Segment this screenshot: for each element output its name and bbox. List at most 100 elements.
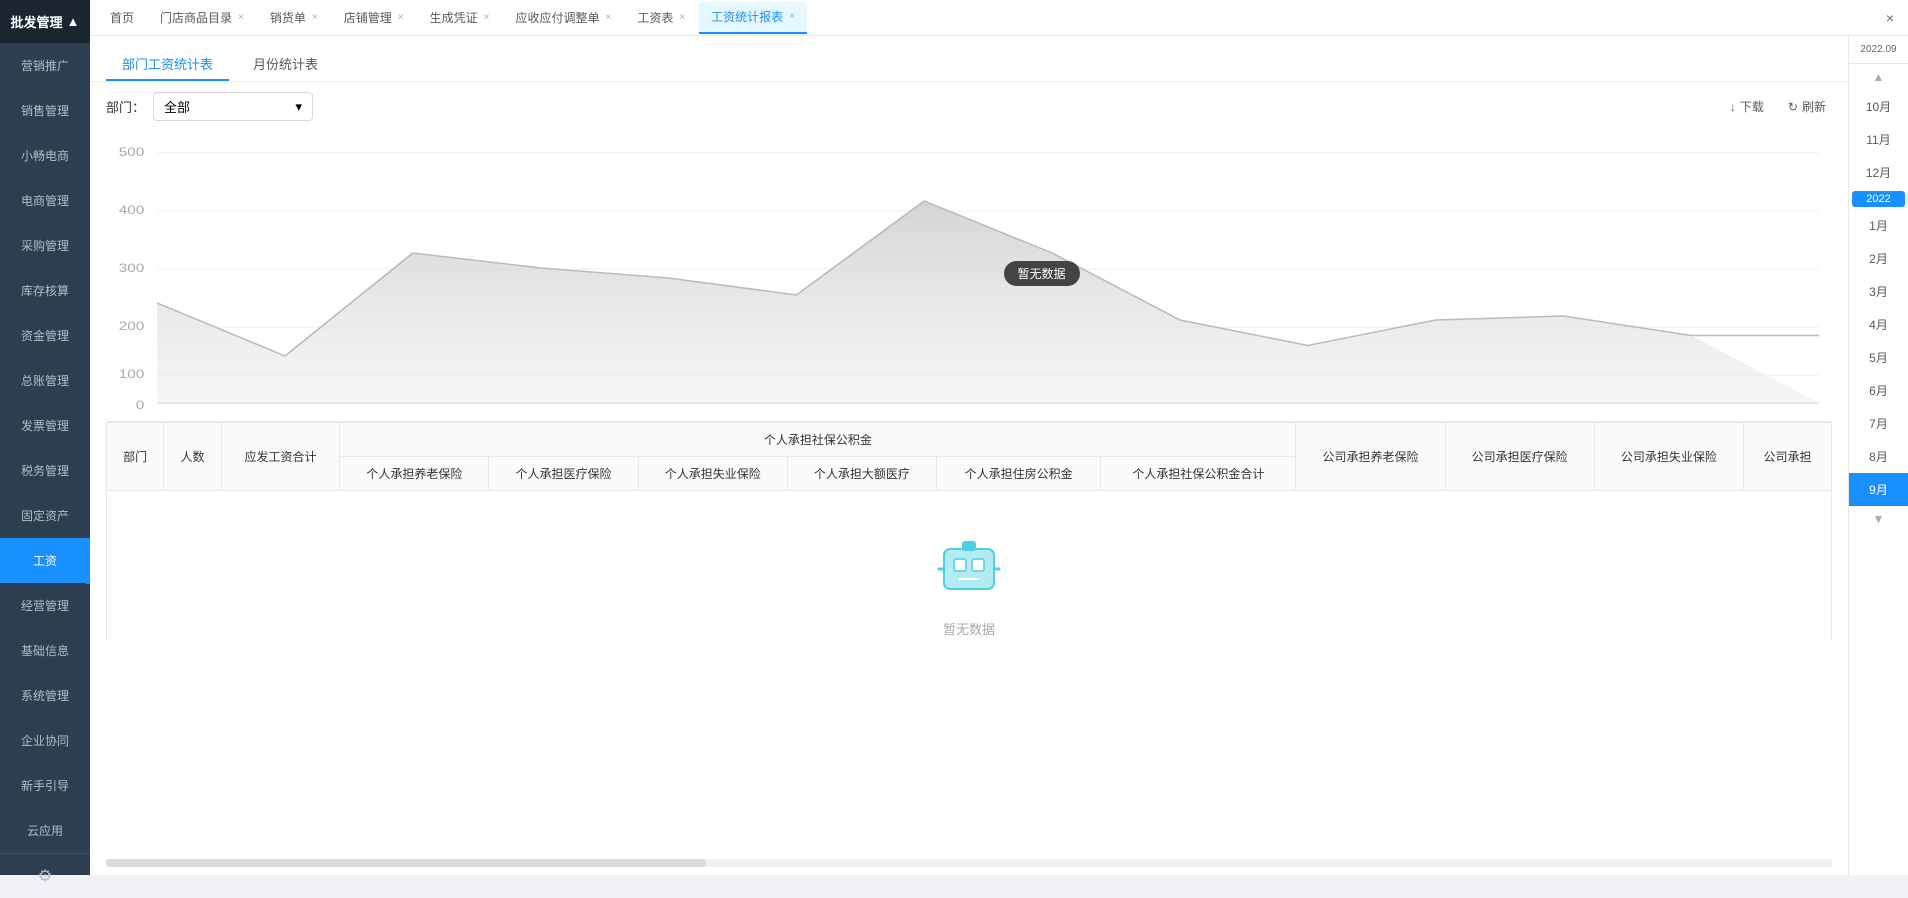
tab-close-ar-ap[interactable]: ×: [605, 12, 611, 23]
tab-close-payroll-report[interactable]: ×: [789, 11, 795, 22]
cal-month-4[interactable]: 4月: [1849, 308, 1908, 341]
sidebar-item-payroll[interactable]: 工资: [0, 538, 90, 583]
cal-month-7[interactable]: 7月: [1849, 407, 1908, 440]
sidebar-item-general-ledger[interactable]: 总账管理: [0, 358, 90, 403]
tab-payroll-table[interactable]: 工资表 ×: [625, 2, 697, 34]
tab-store-mgmt[interactable]: 店铺管理 ×: [332, 2, 416, 34]
right-calendar: 2022.09 ▲ 10月 11月 12月 2022 1月 2月 3月 4月 5…: [1848, 36, 1908, 875]
sidebar-item-tax[interactable]: 税务管理: [0, 448, 90, 493]
th-gross-salary: 应发工资合计: [221, 423, 340, 491]
tab-payroll-report[interactable]: 工资统计报表 ×: [699, 2, 807, 34]
gear-icon[interactable]: ⚙: [38, 866, 52, 886]
dept-select-value: 全部: [164, 97, 291, 116]
cal-month-10[interactable]: 10月: [1849, 90, 1908, 123]
cal-month-5[interactable]: 5月: [1849, 341, 1908, 374]
table-header-row1: 部门 人数 应发工资合计 个人承担社保公积金 公司承担养老保险 公司承担医疗保险…: [107, 423, 1832, 457]
main-area: 首页 门店商品目录 × 销货单 × 店铺管理 × 生成凭证 × 应收应付调整单 …: [90, 0, 1908, 875]
tab-close-payroll-table[interactable]: ×: [679, 12, 685, 23]
tab-ar-ap[interactable]: 应收应付调整单 ×: [503, 2, 623, 34]
sidebar-item-purchase[interactable]: 采购管理: [0, 223, 90, 268]
cal-month-9[interactable]: 9月: [1849, 473, 1908, 506]
chart-tooltip: 暂无数据: [1004, 261, 1080, 286]
tab-home[interactable]: 首页: [98, 2, 146, 34]
sidebar-item-finance[interactable]: 资金管理: [0, 313, 90, 358]
table-empty-cell: 暂无数据: [107, 491, 1832, 642]
cal-month-8[interactable]: 8月: [1849, 440, 1908, 473]
svg-text:400: 400: [119, 204, 145, 217]
th-company-other: 公司承担: [1743, 423, 1831, 491]
cal-month-12[interactable]: 12月: [1849, 156, 1908, 189]
cal-month-2[interactable]: 2月: [1849, 242, 1908, 275]
empty-text: 暂无数据: [943, 619, 995, 638]
sidebar-item-new-guide[interactable]: 新手引导: [0, 763, 90, 808]
calendar-down-arrow[interactable]: ▼: [1849, 506, 1908, 532]
sidebar-item-invoice[interactable]: 发票管理: [0, 403, 90, 448]
th-personal-housing-fund: 个人承担住房公积金: [936, 457, 1100, 491]
tab-close-product-catalog[interactable]: ×: [238, 12, 244, 23]
sidebar-header[interactable]: 批发管理 ▲: [0, 0, 90, 43]
sidebar-item-inventory[interactable]: 库存核算: [0, 268, 90, 313]
svg-text:0: 0: [136, 399, 145, 412]
sidebar-item-enterprise[interactable]: 企业协同: [0, 718, 90, 763]
chart-area: 500 400 300 200 100 0: [90, 131, 1848, 855]
sidebar-item-ec-mgmt[interactable]: 电商管理: [0, 178, 90, 223]
cal-month-6[interactable]: 6月: [1849, 374, 1908, 407]
refresh-icon: ↻: [1788, 100, 1798, 114]
sidebar-item-mini-ec[interactable]: 小畅电商: [0, 133, 90, 178]
sidebar-item-sales[interactable]: 销售管理: [0, 88, 90, 133]
horizontal-scrollbar[interactable]: [106, 859, 1832, 867]
dept-filter-label: 部门：: [106, 97, 145, 116]
sidebar-item-fixed-assets[interactable]: 固定资产: [0, 493, 90, 538]
sidebar-collapse-icon: ▲: [67, 14, 80, 29]
cal-year-2022: 2022: [1852, 191, 1905, 207]
sub-tabs: 部门工资统计表 月份统计表: [90, 36, 1848, 82]
th-personal-medical: 个人承担医疗保险: [489, 457, 638, 491]
sidebar-item-marketing[interactable]: 营销推广: [0, 43, 90, 88]
cal-month-11[interactable]: 11月: [1849, 123, 1908, 156]
sidebar-item-sys-mgmt[interactable]: 系统管理: [0, 673, 90, 718]
empty-state: 暂无数据: [117, 499, 1821, 641]
cal-month-1[interactable]: 1月: [1849, 209, 1908, 242]
svg-text:300: 300: [119, 262, 145, 275]
scrollbar-track[interactable]: [106, 859, 706, 867]
th-company-medical: 公司承担医疗保险: [1445, 423, 1594, 491]
toolbar-right: ↓ 下载 ↻ 刷新: [1724, 94, 1832, 119]
cal-month-3[interactable]: 3月: [1849, 275, 1908, 308]
th-personal-pension: 个人承担养老保险: [340, 457, 489, 491]
refresh-button[interactable]: ↻ 刷新: [1782, 94, 1832, 119]
table-section: 部门 人数 应发工资合计 个人承担社保公积金 公司承担养老保险 公司承担医疗保险…: [106, 421, 1832, 641]
stats-table: 部门 人数 应发工资合计 个人承担社保公积金 公司承担养老保险 公司承担医疗保险…: [106, 422, 1832, 641]
sidebar-title: 批发管理: [11, 12, 63, 31]
calendar-header: 2022.09: [1849, 36, 1908, 64]
svg-text:100: 100: [119, 368, 145, 381]
tab-sales-order[interactable]: 销货单 ×: [258, 2, 330, 34]
tab-bar-right: ×: [1880, 6, 1900, 30]
sidebar-item-cloud-app[interactable]: 云应用: [0, 808, 90, 853]
sub-tab-monthly-stats[interactable]: 月份统计表: [237, 48, 334, 81]
svg-text:500: 500: [119, 146, 145, 159]
download-button[interactable]: ↓ 下载: [1724, 94, 1770, 119]
empty-icon: [929, 529, 1009, 609]
tab-bar: 首页 门店商品目录 × 销货单 × 店铺管理 × 生成凭证 × 应收应付调整单 …: [90, 0, 1908, 36]
th-company-pension: 公司承担养老保险: [1296, 423, 1445, 491]
download-icon: ↓: [1730, 100, 1736, 114]
tab-voucher[interactable]: 生成凭证 ×: [418, 2, 502, 34]
sidebar-item-basic-info[interactable]: 基础信息: [0, 628, 90, 673]
dept-select[interactable]: 全部 ▾: [153, 92, 313, 121]
tab-close-store-mgmt[interactable]: ×: [398, 12, 404, 23]
tab-close-voucher[interactable]: ×: [484, 12, 490, 23]
content-area: 部门工资统计表 月份统计表 部门： 全部 ▾ ↓: [90, 36, 1908, 875]
th-dept: 部门: [107, 423, 164, 491]
sub-tab-dept-stats[interactable]: 部门工资统计表: [106, 48, 229, 81]
calendar-year-month: 2022.09: [1860, 44, 1896, 55]
tab-close-sales-order[interactable]: ×: [312, 12, 318, 23]
toolbar: 部门： 全部 ▾ ↓ 下载 ↻ 刷新: [90, 82, 1848, 131]
chevron-down-icon: ▾: [295, 99, 302, 115]
horizontal-scrollbar-area: [90, 855, 1848, 875]
tab-product-catalog[interactable]: 门店商品目录 ×: [148, 2, 256, 34]
sidebar-item-ops[interactable]: 经营管理: [0, 583, 90, 628]
calendar-up-arrow[interactable]: ▲: [1849, 64, 1908, 90]
window-close-button[interactable]: ×: [1880, 6, 1900, 30]
th-personal-insurance: 个人承担社保公积金: [340, 423, 1296, 457]
th-headcount: 人数: [164, 423, 221, 491]
